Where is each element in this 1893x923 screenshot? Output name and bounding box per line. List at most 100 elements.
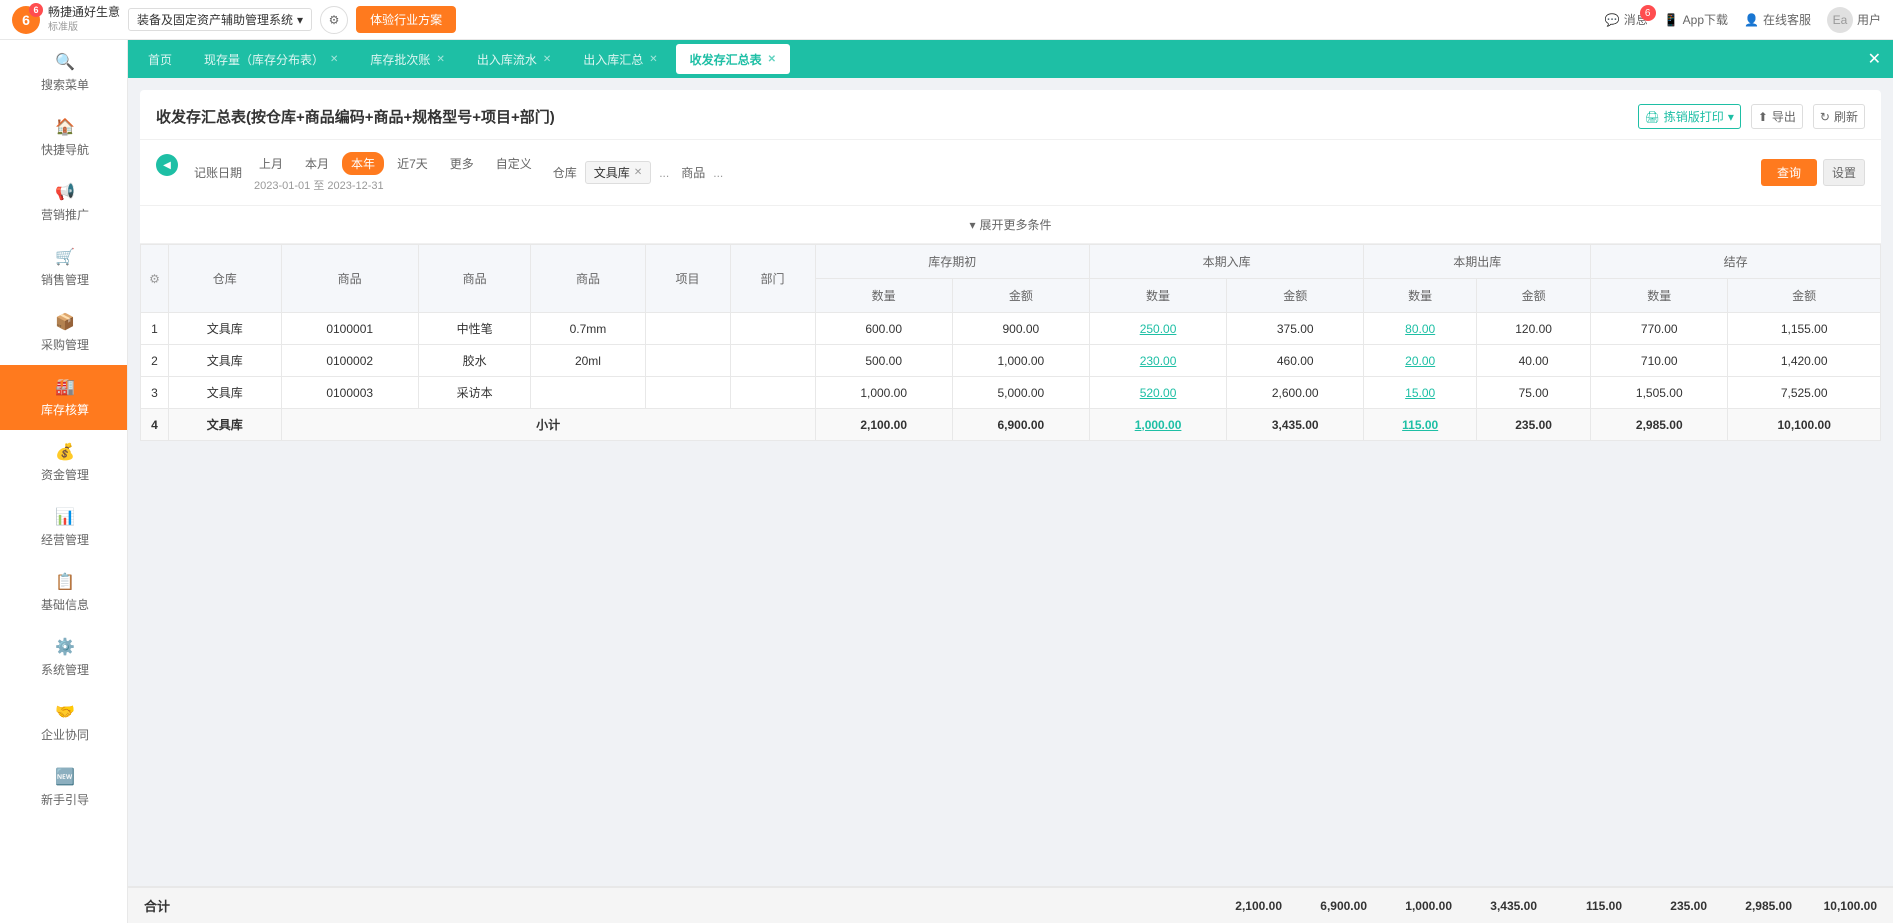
row2-out-qty[interactable]: 20.00 (1364, 345, 1477, 377)
table-row: 3 文具库 0100003 采访本 1,000.00 5,000.00 520.… (141, 377, 1881, 409)
goods-more-btn[interactable]: ... (713, 166, 723, 180)
query-button[interactable]: 查询 (1761, 159, 1817, 186)
tab-summary-io[interactable]: 出入库汇总 ✕ (569, 44, 671, 74)
tab-batch-close[interactable]: ✕ (436, 54, 444, 65)
sidebar-item-quick[interactable]: 🏠 快捷导航 (0, 105, 127, 170)
tab-stock-dist-close[interactable]: ✕ (330, 54, 338, 65)
total-label: 合计 (144, 896, 170, 915)
row2-warehouse: 文具库 (169, 345, 282, 377)
print-button[interactable]: 🖨 拣销版打印 ▾ (1638, 104, 1741, 129)
tab-summary-io-close[interactable]: ✕ (649, 54, 657, 65)
bottom-total-bar: 合计 2,100.00 6,900.00 1,000.00 3,435.00 1… (128, 886, 1893, 923)
row1-in-qty[interactable]: 250.00 (1089, 313, 1226, 345)
col-in-header: 本期入库 (1089, 245, 1363, 279)
online-service-item[interactable]: 👤 在线客服 (1744, 11, 1811, 28)
message-item[interactable]: 💬 消息 6 (1605, 11, 1648, 28)
sidebar-item-marketing[interactable]: 📢 营销推广 (0, 170, 127, 235)
row3-in-qty[interactable]: 520.00 (1089, 377, 1226, 409)
header-right: 💬 消息 6 📱 App下载 👤 在线客服 Ea 用户 (1605, 7, 1881, 33)
warehouse-filter-group: 仓库 文具库 ✕ ... (553, 161, 669, 184)
tab-recv-send[interactable]: 收发存汇总表 ✕ (676, 44, 790, 74)
sidebar-item-search[interactable]: 🔍 搜索菜单 (0, 40, 127, 105)
filter-toggle-btn[interactable]: ◀ (156, 154, 178, 176)
col-dept-header: 部门 (730, 245, 815, 313)
sidebar-item-sales[interactable]: 🛒 销售管理 (0, 235, 127, 300)
print-arrow: ▾ (1728, 110, 1734, 124)
basic-icon: 📋 (55, 572, 75, 592)
sidebar-item-newuser[interactable]: 🆕 新手引导 (0, 755, 127, 820)
message-icon: 💬 (1605, 13, 1620, 27)
tab-flow[interactable]: 出入库流水 ✕ (463, 44, 565, 74)
warehouse-more-btn[interactable]: ... (659, 166, 669, 180)
sidebar-item-inventory[interactable]: 🏭 库存核算 (0, 365, 127, 430)
col-end-qty: 数量 (1591, 279, 1728, 313)
export-button[interactable]: ⬆ 导出 (1751, 104, 1803, 129)
online-service-label: 在线客服 (1763, 11, 1811, 28)
sidebar-item-collab[interactable]: 🤝 企业协同 (0, 690, 127, 755)
sidebar-item-system[interactable]: ⚙️ 系统管理 (0, 625, 127, 690)
warehouse-tag-close[interactable]: ✕ (634, 167, 642, 178)
row2-project (645, 345, 730, 377)
sidebar-label-operation: 经营管理 (41, 531, 89, 548)
top-header: 6 6 畅捷通好生意 标准版 装备及固定资产辅助管理系统 ▾ ⚙ 体验行业方案 … (0, 0, 1893, 40)
app-download-item[interactable]: 📱 App下载 (1664, 11, 1728, 28)
date-btn-last-month[interactable]: 上月 (250, 152, 292, 175)
app-tag: 标准版 (48, 21, 120, 34)
system-icon: ⚙️ (55, 637, 75, 657)
col-in-qty: 数量 (1089, 279, 1226, 313)
tab-batch[interactable]: 库存批次账 ✕ (356, 44, 458, 74)
tab-stock-dist[interactable]: 现存量（库存分布表） ✕ (190, 44, 352, 74)
subtotal-in-qty[interactable]: 1,000.00 (1089, 409, 1226, 441)
row3-out-qty[interactable]: 15.00 (1364, 377, 1477, 409)
page-area: 收发存汇总表(按仓库+商品编码+商品+规格型号+项目+部门) 🖨 拣销版打印 ▾… (128, 78, 1893, 886)
date-btn-more[interactable]: 更多 (441, 152, 483, 175)
user-label: 用户 (1857, 11, 1881, 28)
sidebar-label-basic: 基础信息 (41, 596, 89, 613)
data-table: ⚙ 仓库 商品 商品 商品 项目 部门 库存期初 本期入库 本期出库 (140, 244, 1881, 441)
search-icon: 🔍 (55, 52, 75, 72)
tabs-close-all[interactable]: ✕ (1860, 49, 1889, 69)
refresh-button[interactable]: ↻ 刷新 (1813, 104, 1865, 129)
col-settings-icon[interactable]: ⚙ (149, 272, 160, 286)
page-card: 收发存汇总表(按仓库+商品编码+商品+规格型号+项目+部门) 🖨 拣销版打印 ▾… (140, 90, 1881, 441)
col-out-amt: 金额 (1477, 279, 1591, 313)
col-end-amt: 金额 (1728, 279, 1881, 313)
date-btn-this-month[interactable]: 本月 (296, 152, 338, 175)
sidebar-label-finance: 资金管理 (41, 466, 89, 483)
sidebar-item-operation[interactable]: 📊 经营管理 (0, 495, 127, 560)
logo-badge: 6 (29, 3, 43, 17)
settings-small-button[interactable]: 设置 (1823, 159, 1865, 186)
sidebar-item-finance[interactable]: 💰 资金管理 (0, 430, 127, 495)
finance-icon: 💰 (55, 442, 75, 462)
row1-project (645, 313, 730, 345)
message-badge: 6 (1640, 5, 1656, 21)
row1-end-qty: 770.00 (1591, 313, 1728, 345)
subtotal-out-qty[interactable]: 115.00 (1364, 409, 1477, 441)
tab-home[interactable]: 首页 (134, 44, 186, 74)
total-in-amt: 3,435.00 (1452, 899, 1537, 913)
col-goods-name-header: 商品 (418, 245, 531, 313)
sidebar-item-purchase[interactable]: 📦 采购管理 (0, 300, 127, 365)
system-selector[interactable]: 装备及固定资产辅助管理系统 ▾ (128, 8, 312, 31)
tab-flow-close[interactable]: ✕ (543, 54, 551, 65)
expand-icon: ▾ (969, 218, 975, 232)
date-btn-this-year[interactable]: 本年 (342, 152, 384, 175)
date-btn-custom[interactable]: 自定义 (487, 152, 541, 175)
sidebar-item-basic[interactable]: 📋 基础信息 (0, 560, 127, 625)
warehouse-tag-text: 文具库 (594, 164, 630, 181)
user-item[interactable]: Ea 用户 (1827, 7, 1881, 33)
trial-button[interactable]: 体验行业方案 (356, 6, 456, 33)
settings-icon-btn[interactable]: ⚙ (320, 6, 348, 34)
sidebar-label-inventory: 库存核算 (41, 401, 89, 418)
row1-out-qty[interactable]: 80.00 (1364, 313, 1477, 345)
date-btn-7days[interactable]: 近7天 (388, 152, 437, 175)
sidebar-label-system: 系统管理 (41, 661, 89, 678)
total-out-amt: 235.00 (1622, 899, 1707, 913)
export-icon: ⬆ (1758, 110, 1768, 124)
col-opening-header: 库存期初 (815, 245, 1089, 279)
row2-name: 胶水 (418, 345, 531, 377)
row2-in-qty[interactable]: 230.00 (1089, 345, 1226, 377)
tab-recv-send-close[interactable]: ✕ (768, 54, 776, 65)
expand-more-btn[interactable]: ▾ 展开更多条件 (961, 212, 1059, 237)
row3-end-amt: 7,525.00 (1728, 377, 1881, 409)
